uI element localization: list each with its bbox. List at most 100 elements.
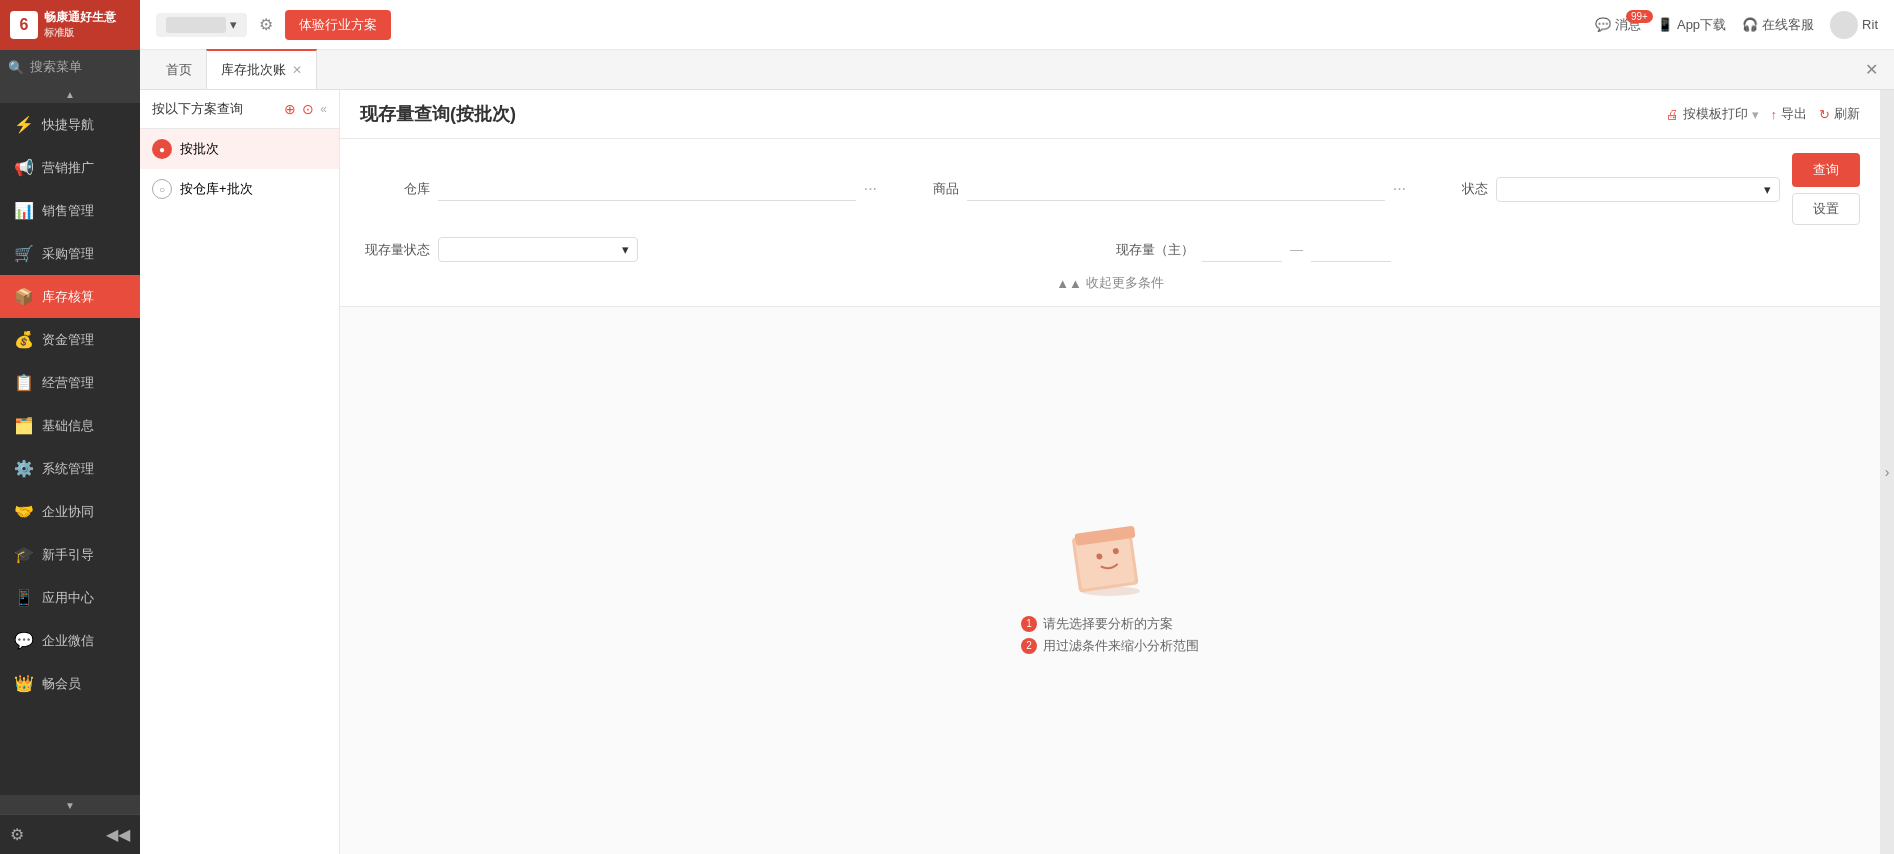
topbar-selector[interactable]: ▾ bbox=[156, 13, 247, 37]
message-button[interactable]: 💬 消息 99+ bbox=[1595, 16, 1641, 34]
collapse-panel-icon[interactable]: « bbox=[320, 102, 327, 116]
sidebar-search[interactable]: 🔍 搜索菜单 bbox=[0, 50, 140, 84]
empty-tips: 1 请先选择要分析的方案 2 用过滤条件来缩小分析范围 bbox=[1021, 615, 1199, 659]
print-dropdown-icon[interactable]: ▾ bbox=[1752, 107, 1759, 122]
goods-label: 商品 bbox=[889, 180, 959, 198]
query-button[interactable]: 查询 bbox=[1792, 153, 1860, 187]
online-service-button[interactable]: 🎧 在线客服 bbox=[1742, 16, 1814, 34]
sidebar-item-label: 库存核算 bbox=[42, 288, 94, 306]
goods-more-icon[interactable]: ··· bbox=[1393, 180, 1406, 198]
headset-icon: 🎧 bbox=[1742, 17, 1758, 32]
sidebar-item-sales[interactable]: 📊 销售管理 bbox=[0, 189, 140, 232]
sidebar-item-label: 基础信息 bbox=[42, 417, 94, 435]
sales-icon: 📊 bbox=[14, 201, 34, 220]
sidebar-item-marketing[interactable]: 📢 营销推广 bbox=[0, 146, 140, 189]
refresh-icon: ↻ bbox=[1819, 107, 1830, 122]
settings-button[interactable]: 设置 bbox=[1792, 193, 1860, 225]
collapse-filters-button[interactable]: ▲▲ 收起更多条件 bbox=[360, 274, 1860, 292]
right-sidebar-toggle[interactable]: › bbox=[1880, 90, 1894, 854]
collapse-up-icon: ▲▲ bbox=[1056, 276, 1082, 291]
add-scheme-button[interactable]: ⊕ bbox=[284, 101, 296, 117]
empty-state: 1 请先选择要分析的方案 2 用过滤条件来缩小分析范围 bbox=[1021, 503, 1199, 659]
sidebar-item-label: 经营管理 bbox=[42, 374, 94, 392]
sidebar-item-label: 采购管理 bbox=[42, 245, 94, 263]
stock-status-chevron-icon: ▾ bbox=[622, 242, 629, 257]
phone-icon: 📱 bbox=[1657, 17, 1673, 32]
sidebar-item-newbie[interactable]: 🎓 新手引导 bbox=[0, 533, 140, 576]
newbie-icon: 🎓 bbox=[14, 545, 34, 564]
empty-icon bbox=[1060, 503, 1160, 603]
sidebar-item-apps[interactable]: 📱 应用中心 bbox=[0, 576, 140, 619]
right-panel: 现存量查询(按批次) 🖨 按模板打印 ▾ ↑ 导出 ↻ 刷新 bbox=[340, 90, 1880, 854]
sidebar-item-member[interactable]: 👑 畅会员 bbox=[0, 662, 140, 705]
scheme-item-by-batch[interactable]: ● 按批次 bbox=[140, 129, 339, 169]
sidebar-item-label: 快捷导航 bbox=[42, 116, 94, 134]
tab-batch-account-label: 库存批次账 bbox=[221, 61, 286, 79]
export-button[interactable]: ↑ 导出 bbox=[1771, 105, 1808, 123]
topbar-left: ▾ ⚙ 体验行业方案 bbox=[156, 10, 391, 40]
filter-area: 仓库 ··· 商品 ··· 状态 ▾ bbox=[340, 139, 1880, 307]
sidebar-item-label: 企业微信 bbox=[42, 632, 94, 650]
scheme-settings-icon[interactable]: ⊙ bbox=[302, 101, 314, 117]
warehouse-input[interactable] bbox=[438, 177, 856, 201]
try-industry-button[interactable]: 体验行业方案 bbox=[285, 10, 391, 40]
status-select[interactable]: ▾ bbox=[1496, 177, 1780, 202]
sidebar-item-label: 企业协同 bbox=[42, 503, 94, 521]
collapse-sidebar-icon[interactable]: ◀◀ bbox=[106, 825, 130, 844]
tab-close-icon[interactable]: ✕ bbox=[292, 63, 302, 77]
user-menu[interactable]: Rit bbox=[1830, 11, 1878, 39]
topbar-right: 💬 消息 99+ 📱 App下载 🎧 在线客服 Rit bbox=[1595, 11, 1878, 39]
sidebar-item-label: 畅会员 bbox=[42, 675, 81, 693]
sidebar-item-purchase[interactable]: 🛒 采购管理 bbox=[0, 232, 140, 275]
checkmark-icon: ● bbox=[159, 144, 165, 155]
tab-close-right-button[interactable]: ✕ bbox=[1861, 56, 1882, 83]
stock-amount-min[interactable] bbox=[1202, 238, 1282, 262]
sidebar-item-inventory[interactable]: 📦 库存核算 bbox=[0, 275, 140, 318]
main-area: ▾ ⚙ 体验行业方案 💬 消息 99+ 📱 App下载 🎧 在线客服 Rit bbox=[140, 0, 1894, 854]
sidebar-item-operation[interactable]: 📋 经营管理 bbox=[0, 361, 140, 404]
sidebar-item-quick-nav[interactable]: ⚡ 快捷导航 bbox=[0, 103, 140, 146]
data-area: 1 请先选择要分析的方案 2 用过滤条件来缩小分析范围 bbox=[340, 307, 1880, 854]
page-header: 现存量查询(按批次) 🖨 按模板打印 ▾ ↑ 导出 ↻ 刷新 bbox=[340, 90, 1880, 139]
scroll-down-btn[interactable]: ▼ bbox=[0, 795, 140, 814]
selector-text bbox=[166, 17, 226, 33]
sidebar-item-corp[interactable]: 🤝 企业协同 bbox=[0, 490, 140, 533]
sidebar-item-label: 新手引导 bbox=[42, 546, 94, 564]
message-icon: 💬 bbox=[1595, 17, 1611, 32]
empty-tip-2: 2 用过滤条件来缩小分析范围 bbox=[1021, 637, 1199, 655]
settings-icon[interactable]: ⚙ bbox=[10, 825, 24, 844]
stock-amount-max[interactable] bbox=[1311, 238, 1391, 262]
stock-status-label: 现存量状态 bbox=[360, 241, 430, 259]
status-chevron-icon: ▾ bbox=[1764, 182, 1771, 197]
tab-batch-account[interactable]: 库存批次账 ✕ bbox=[206, 49, 317, 89]
app-edition: 标准版 bbox=[44, 26, 116, 40]
sidebar-item-wechat[interactable]: 💬 企业微信 bbox=[0, 619, 140, 662]
topbar-gear-icon[interactable]: ⚙ bbox=[259, 15, 273, 34]
tab-home[interactable]: 首页 bbox=[152, 51, 206, 89]
filter-status: 状态 ▾ bbox=[1418, 177, 1780, 202]
app-company: 畅康通好生意 bbox=[44, 10, 116, 26]
tip-text-2: 用过滤条件来缩小分析范围 bbox=[1043, 637, 1199, 655]
refresh-button[interactable]: ↻ 刷新 bbox=[1819, 105, 1860, 123]
print-button[interactable]: 🖨 按模板打印 ▾ bbox=[1666, 105, 1759, 123]
export-label: 导出 bbox=[1781, 105, 1807, 123]
sidebar-item-finance[interactable]: 💰 资金管理 bbox=[0, 318, 140, 361]
scheme-active-icon: ● bbox=[152, 139, 172, 159]
wechat-icon: 💬 bbox=[14, 631, 34, 650]
operation-icon: 📋 bbox=[14, 373, 34, 392]
filter-stock-status: 现存量状态 ▾ bbox=[360, 237, 1104, 262]
tab-home-label: 首页 bbox=[166, 61, 192, 79]
app-download-label: App下载 bbox=[1677, 16, 1726, 34]
goods-input[interactable] bbox=[967, 177, 1385, 201]
purchase-icon: 🛒 bbox=[14, 244, 34, 263]
app-download-button[interactable]: 📱 App下载 bbox=[1657, 16, 1726, 34]
scheme-inactive-icon: ○ bbox=[152, 179, 172, 199]
sidebar-item-basic[interactable]: 🗂️ 基础信息 bbox=[0, 404, 140, 447]
warehouse-more-icon[interactable]: ··· bbox=[864, 180, 877, 198]
scheme-item-by-warehouse-batch[interactable]: ○ 按仓库+批次 bbox=[140, 169, 339, 209]
app-info: 畅康通好生意 标准版 bbox=[44, 10, 116, 40]
sidebar-item-system[interactable]: ⚙️ 系统管理 bbox=[0, 447, 140, 490]
scroll-up-btn[interactable]: ▲ bbox=[0, 84, 140, 103]
print-label: 按模板打印 bbox=[1683, 105, 1748, 123]
stock-status-select[interactable]: ▾ bbox=[438, 237, 638, 262]
